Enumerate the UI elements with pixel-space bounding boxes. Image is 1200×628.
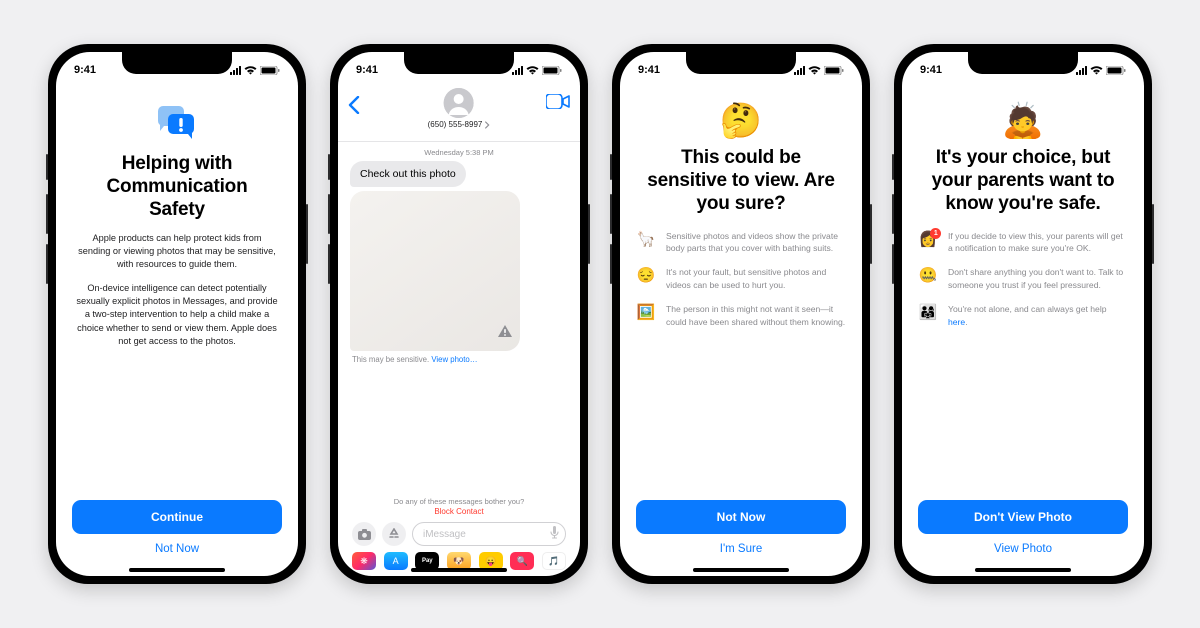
- intro-paragraph-1: Apple products can help protect kids fro…: [76, 232, 278, 272]
- home-indicator[interactable]: [975, 568, 1071, 572]
- warning-icon: [498, 325, 512, 343]
- sensitive-caption: This may be sensitive. View photo…: [352, 355, 572, 364]
- bullet-text: Sensitive photos and videos show the pri…: [666, 230, 846, 255]
- status-time: 9:41: [356, 64, 378, 76]
- wifi-icon: [244, 66, 257, 75]
- bullet-icon: 🖼️: [636, 303, 656, 328]
- status-time: 9:41: [74, 64, 96, 76]
- notch: [122, 52, 232, 74]
- battery-icon: [1106, 66, 1126, 75]
- bullet-row: 🤐 Don't share anything you don't want to.…: [918, 266, 1128, 291]
- app-search[interactable]: 🔍: [510, 552, 534, 570]
- notch: [686, 52, 796, 74]
- message-input[interactable]: iMessage: [412, 522, 566, 546]
- dont-view-button[interactable]: Don't View Photo: [918, 500, 1128, 534]
- bother-prompt: Do any of these messages bother you?: [346, 497, 572, 506]
- view-photo-link[interactable]: View photo…: [431, 355, 477, 364]
- bowing-emoji-icon: 🙇: [918, 104, 1128, 138]
- bullet-row: 🖼️ The person in this might not want it s…: [636, 303, 846, 328]
- signal-icon: [794, 66, 805, 75]
- bullet-text: It's not your fault, but sensitive photo…: [666, 266, 846, 291]
- bullet-icon: 👨‍👩‍👧: [918, 303, 938, 328]
- home-indicator[interactable]: [693, 568, 789, 572]
- messages-header: (650) 555-8997: [338, 86, 580, 142]
- battery-icon: [260, 66, 280, 75]
- contact-avatar[interactable]: [444, 88, 474, 118]
- contact-name[interactable]: (650) 555-8997: [428, 120, 491, 129]
- bullet-row: 👨‍👩‍👧 You're not alone, and can always ge…: [918, 303, 1128, 328]
- notch: [968, 52, 1078, 74]
- block-contact-link[interactable]: Block Contact: [346, 507, 572, 516]
- app-photos[interactable]: ❋: [352, 552, 376, 570]
- phone-frame-4: 9:41 🙇 It's your choice, but your parent…: [894, 44, 1152, 584]
- phone-frame-2: 9:41 (650) 555-8997 Wednesday 5:38 P: [330, 44, 588, 584]
- page-title: This could be sensitive to view. Are you…: [642, 146, 840, 216]
- thinking-emoji-icon: 🤔: [636, 104, 846, 138]
- bullet-row: 👩 If you decide to view this, your parent…: [918, 230, 1128, 255]
- bullet-row: 🦙 Sensitive photos and videos show the pr…: [636, 230, 846, 255]
- communication-safety-icon: [72, 104, 282, 144]
- phone-frame-1: 9:41 Helping with Communication Safety A…: [48, 44, 306, 584]
- im-sure-button[interactable]: I'm Sure: [636, 534, 846, 564]
- signal-icon: [1076, 66, 1087, 75]
- battery-icon: [542, 66, 562, 75]
- status-time: 9:41: [638, 64, 660, 76]
- wifi-icon: [808, 66, 821, 75]
- help-link[interactable]: here: [948, 317, 965, 327]
- bullet-text: You're not alone, and can always get hel…: [948, 303, 1128, 328]
- blurred-photo[interactable]: [350, 191, 520, 351]
- battery-icon: [824, 66, 844, 75]
- status-time: 9:41: [920, 64, 942, 76]
- page-title: Helping with Communication Safety: [78, 152, 276, 222]
- bullet-row: 😔 It's not your fault, but sensitive phot…: [636, 266, 846, 291]
- message-placeholder: iMessage: [423, 529, 466, 540]
- not-now-button[interactable]: Not Now: [72, 534, 282, 564]
- facetime-button[interactable]: [546, 88, 570, 114]
- home-indicator[interactable]: [129, 568, 225, 572]
- notch: [404, 52, 514, 74]
- message-timestamp: Wednesday 5:38 PM: [346, 148, 572, 157]
- bullet-icon: 👩: [918, 230, 938, 255]
- incoming-message[interactable]: Check out this photo: [350, 161, 466, 187]
- app-music[interactable]: 🎵: [542, 552, 566, 570]
- app-store-button[interactable]: [382, 522, 406, 546]
- app-appstore[interactable]: A: [384, 552, 408, 570]
- bullet-text: The person in this might not want it see…: [666, 303, 846, 328]
- bullet-text: Don't share anything you don't want to. …: [948, 266, 1128, 291]
- page-title: It's your choice, but your parents want …: [924, 146, 1122, 216]
- bullet-icon: 🤐: [918, 266, 938, 291]
- camera-button[interactable]: [352, 522, 376, 546]
- bullet-text: If you decide to view this, your parents…: [948, 230, 1128, 255]
- view-photo-button[interactable]: View Photo: [918, 534, 1128, 564]
- bullet-icon: 🦙: [636, 230, 656, 255]
- signal-icon: [230, 66, 241, 75]
- home-indicator[interactable]: [411, 568, 507, 572]
- intro-paragraph-2: On-device intelligence can detect potent…: [76, 282, 278, 349]
- signal-icon: [512, 66, 523, 75]
- compose-row: iMessage: [346, 522, 572, 548]
- continue-button[interactable]: Continue: [72, 500, 282, 534]
- wifi-icon: [526, 66, 539, 75]
- bullet-icon: 😔: [636, 266, 656, 291]
- dictate-icon[interactable]: [550, 526, 559, 543]
- wifi-icon: [1090, 66, 1103, 75]
- back-button[interactable]: [348, 88, 360, 120]
- not-now-button[interactable]: Not Now: [636, 500, 846, 534]
- phone-frame-3: 9:41 🤔 This could be sensitive to view. …: [612, 44, 870, 584]
